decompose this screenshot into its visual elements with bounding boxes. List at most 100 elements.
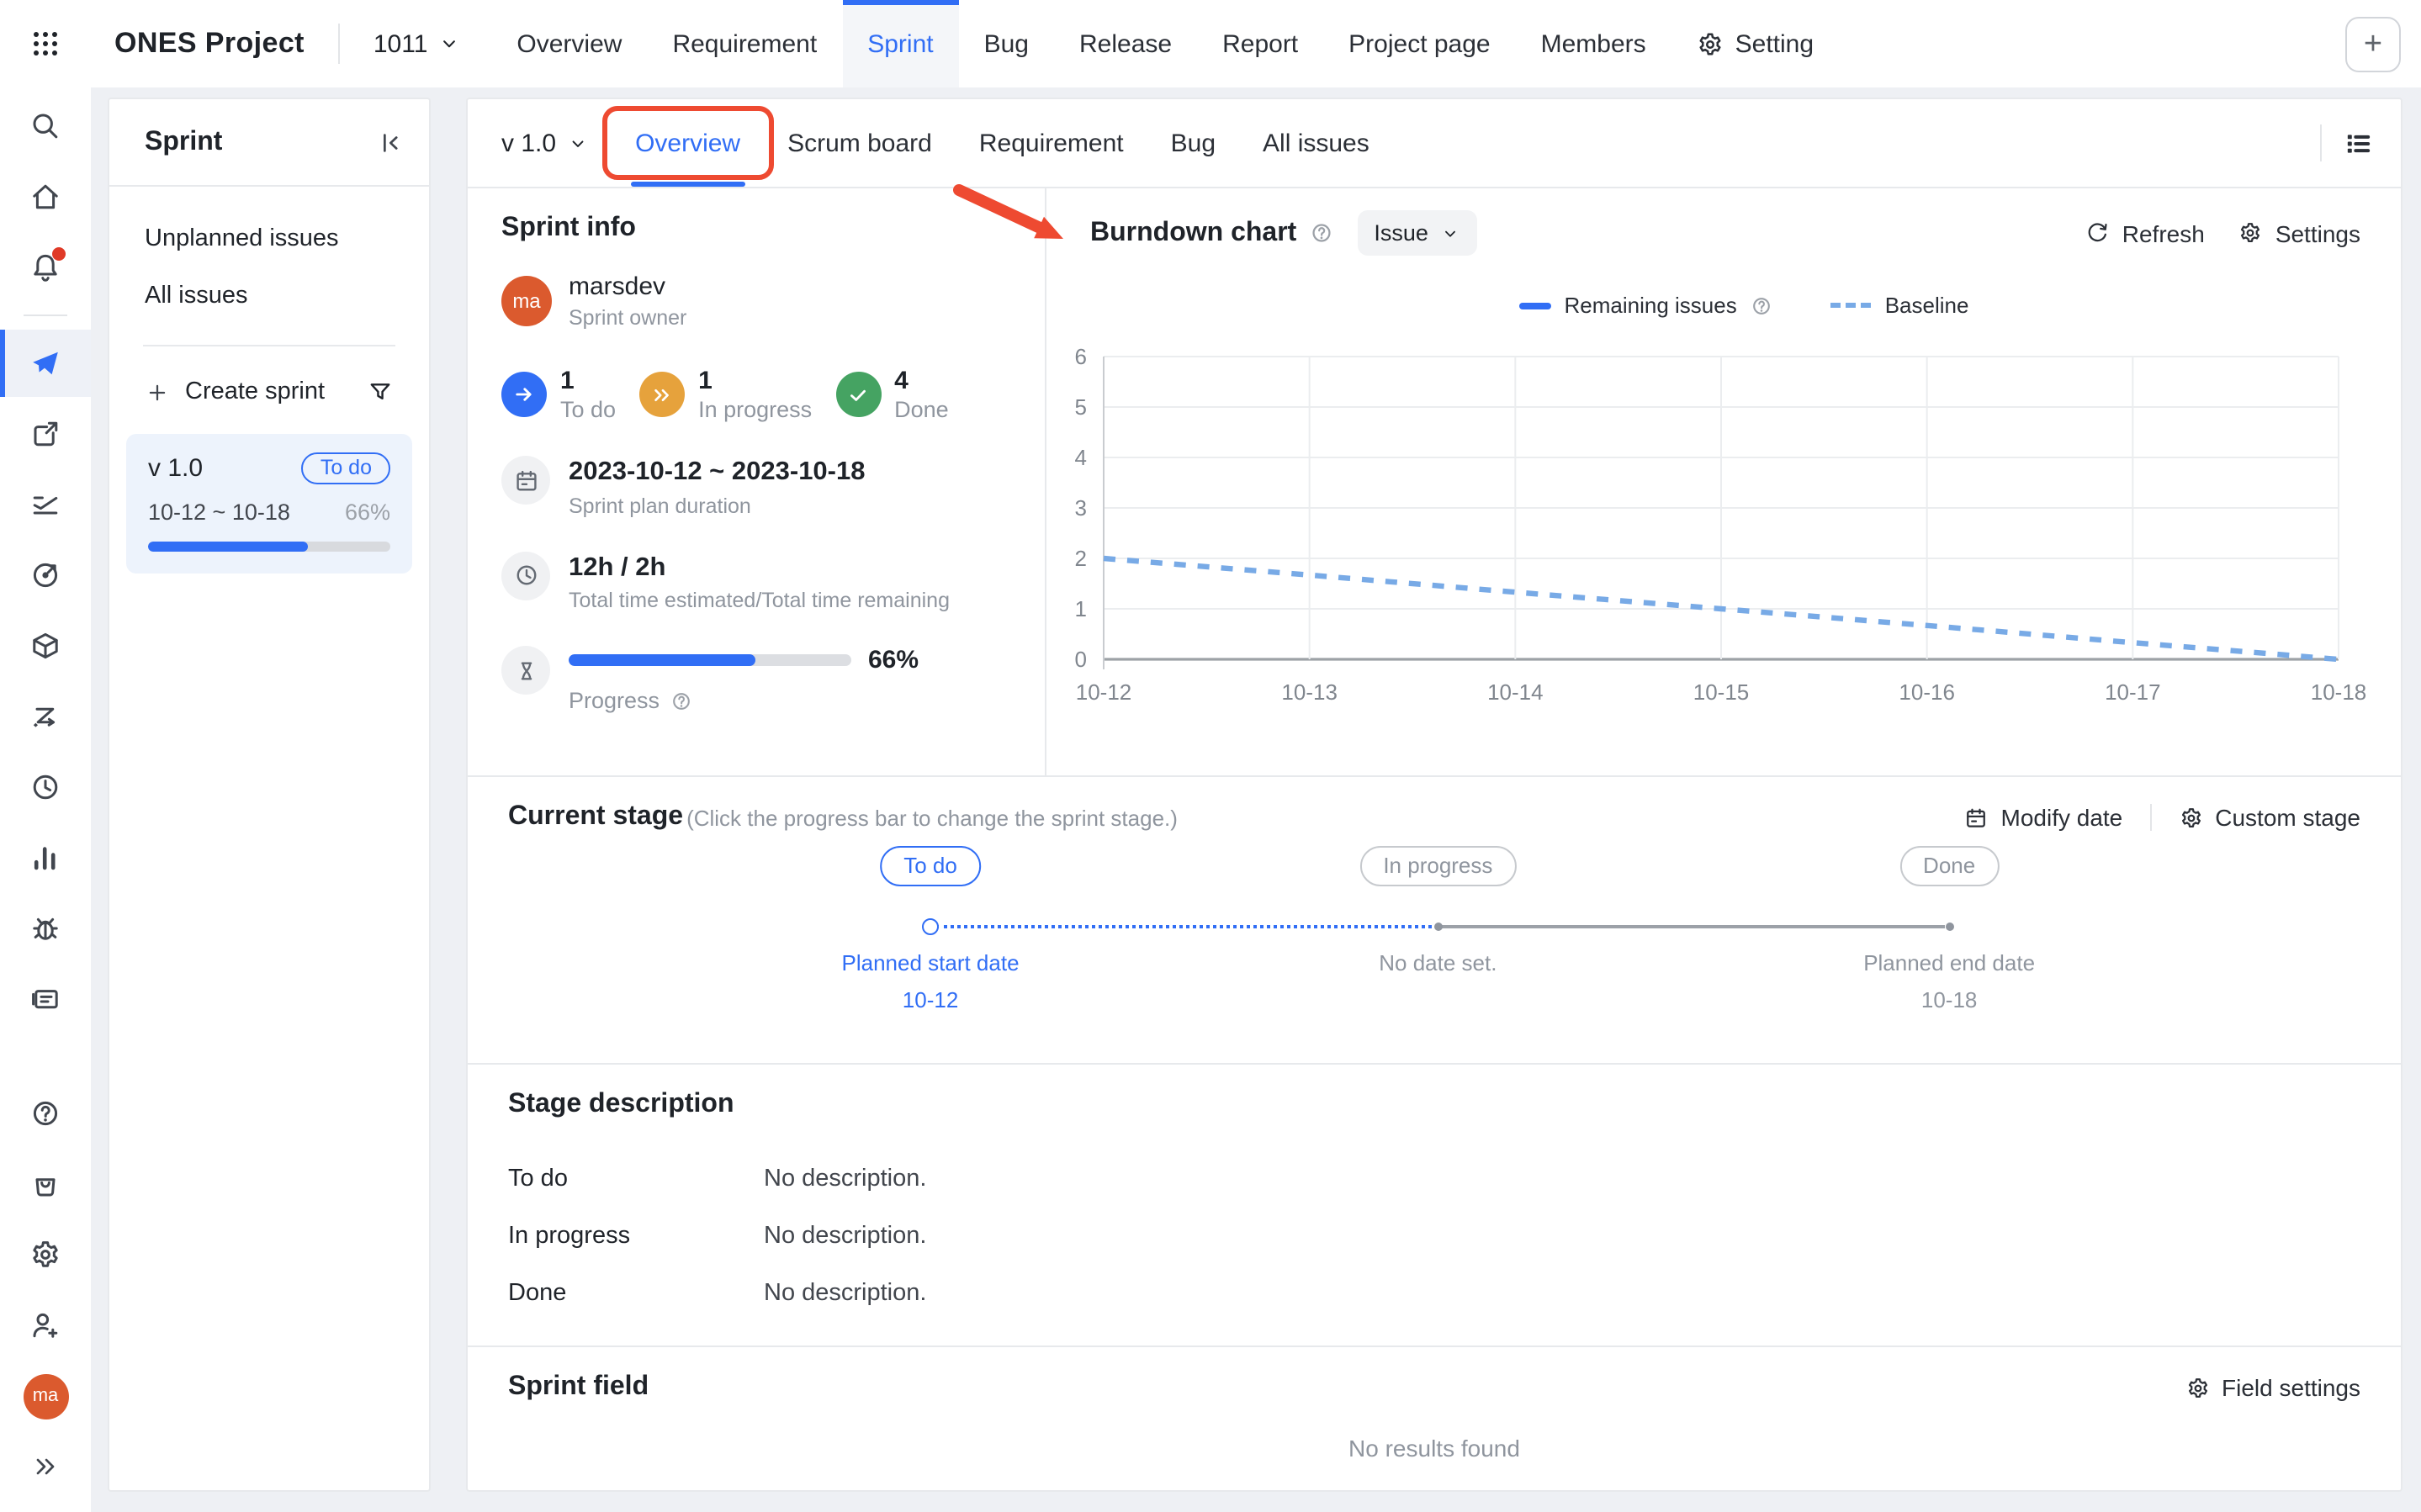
legend-remaining-issues[interactable]: Remaining issues [1518, 293, 1774, 318]
help-icon[interactable] [0, 1080, 91, 1147]
search-icon[interactable] [0, 93, 91, 160]
current-stage-hint: (Click the progress bar to change the sp… [686, 805, 1178, 830]
app-window: ONES Project 1011 Overview Requirement S… [0, 0, 2421, 1512]
stage-pill-in-progress[interactable]: In progress [1359, 846, 1517, 886]
filter-icon[interactable] [367, 378, 394, 405]
stage-marker-start[interactable] [922, 918, 940, 935]
svg-text:10-15: 10-15 [1693, 679, 1750, 705]
svg-text:10-13: 10-13 [1281, 679, 1338, 705]
stage-description-section: Stage description To do No description. … [468, 1065, 2401, 1347]
nav-overview[interactable]: Overview [491, 0, 647, 87]
stage-marker-end[interactable] [1945, 923, 1954, 931]
my-tasks-icon[interactable] [0, 471, 91, 538]
svg-text:3: 3 [1075, 495, 1087, 521]
stage-pill-done[interactable]: Done [1899, 846, 2000, 886]
app-store-icon[interactable] [0, 1150, 91, 1218]
sprint-progress-track [569, 654, 851, 666]
project-nav: Overview Requirement Sprint Bug Release … [491, 0, 1839, 87]
owner-role: Sprint owner [569, 306, 687, 330]
stage-description-title: Stage description [508, 1090, 734, 1118]
invite-member-icon[interactable] [0, 1292, 91, 1359]
reports-icon[interactable] [0, 824, 91, 891]
sidebar-item-all-issues[interactable]: All issues [109, 267, 429, 325]
field-settings-button[interactable]: Field settings [2185, 1374, 2360, 1401]
export-module-icon[interactable] [0, 400, 91, 468]
svg-text:0: 0 [1075, 647, 1087, 672]
nav-setting[interactable]: Setting [1671, 0, 1839, 87]
tab-all-issues[interactable]: All issues [1239, 99, 1393, 187]
project-id: 1011 [373, 29, 428, 58]
add-project-button[interactable]: + [2345, 16, 2401, 71]
bug-module-icon[interactable] [0, 895, 91, 962]
help-icon[interactable] [1751, 293, 1774, 317]
todo-arrow-icon [501, 372, 547, 418]
sidebar-item-unplanned-issues[interactable]: Unplanned issues [109, 210, 429, 267]
burndown-settings-button[interactable]: Settings [2238, 219, 2360, 246]
sprint-date-range: 10-12 ~ 10-18 [148, 500, 290, 525]
help-icon[interactable] [670, 689, 693, 712]
project-switcher[interactable]: 1011 [340, 0, 492, 87]
chart-legend: Remaining issues Baseline [1104, 293, 2384, 318]
working-hours-icon[interactable] [0, 753, 91, 821]
stage-progress-bar[interactable]: To do In progress Done Planned start dat… [508, 846, 2360, 1034]
sprint-version-select[interactable]: v 1.0 [468, 99, 612, 187]
tab-scrum-board[interactable]: Scrum board [764, 99, 956, 187]
nav-sprint[interactable]: Sprint [842, 0, 959, 87]
create-sprint-button[interactable]: Create sprint [109, 360, 429, 424]
stat-in-progress: 1 In progress [639, 367, 812, 423]
chevron-down-icon [571, 140, 583, 146]
help-icon[interactable] [1308, 220, 1333, 246]
workflow-icon[interactable] [0, 683, 91, 750]
stage-marker-middle[interactable] [1433, 923, 1443, 931]
stage-pill-todo[interactable]: To do [880, 846, 981, 886]
tab-bug[interactable]: Bug [1147, 99, 1239, 187]
progress-label: Progress [569, 688, 660, 713]
nav-requirement[interactable]: Requirement [647, 0, 842, 87]
expand-rail-icon[interactable] [0, 1433, 91, 1500]
active-tab-underline [630, 182, 746, 187]
stage-segment-solid[interactable] [1441, 925, 1946, 928]
home-icon[interactable] [0, 163, 91, 230]
custom-stage-button[interactable]: Custom stage [2178, 804, 2360, 831]
components-icon[interactable] [0, 612, 91, 679]
owner-avatar[interactable]: ma [501, 276, 552, 326]
sprint-tabs-row: v 1.0 Overview Scrum board Requirement B… [468, 99, 2401, 188]
nav-release[interactable]: Release [1054, 0, 1197, 87]
list-view-icon[interactable] [2342, 127, 2374, 159]
settings-gear-icon[interactable] [0, 1221, 91, 1288]
notifications-bell-icon[interactable] [0, 234, 91, 301]
stage-segment-dotted[interactable] [935, 925, 1433, 928]
nav-report[interactable]: Report [1197, 0, 1323, 87]
collapse-sidebar-icon[interactable] [375, 127, 405, 157]
sprint-duration-label: Sprint plan duration [569, 494, 751, 518]
goals-icon[interactable] [0, 542, 91, 609]
global-sidebar-rail: ma [0, 87, 91, 1512]
tab-requirement[interactable]: Requirement [956, 99, 1147, 187]
sprint-status-badge: To do [301, 452, 390, 484]
svg-text:6: 6 [1075, 344, 1087, 369]
nav-members[interactable]: Members [1516, 0, 1671, 87]
tab-overview[interactable]: Overview [601, 99, 775, 187]
sprint-list-item[interactable]: v 1.0 To do 10-12 ~ 10-18 66% [126, 434, 412, 574]
refresh-button[interactable]: Refresh [2085, 219, 2205, 246]
svg-text:5: 5 [1075, 394, 1087, 420]
calendar-icon [501, 456, 550, 505]
burndown-type-select[interactable]: Issue [1357, 210, 1477, 256]
modify-date-button[interactable]: Modify date [1964, 804, 2122, 831]
sprint-name: v 1.0 [148, 454, 204, 483]
nav-project-page[interactable]: Project page [1323, 0, 1515, 87]
app-launcher-grid-icon[interactable] [0, 0, 91, 87]
sprint-field-section: Sprint field Field settings No results f… [468, 1347, 2401, 1490]
stage-description-row: To do No description. [508, 1166, 927, 1192]
legend-baseline[interactable]: Baseline [1830, 293, 1968, 318]
legend-solid-line-swatch [1518, 302, 1551, 309]
actions-divider [2149, 804, 2152, 831]
in-progress-double-arrow-icon [639, 372, 686, 418]
project-module-icon[interactable] [0, 330, 91, 397]
chevron-down-icon [1444, 230, 1455, 236]
sprint-progress-track [148, 542, 390, 552]
news-card-icon[interactable] [0, 965, 91, 1033]
user-avatar[interactable]: ma [0, 1362, 91, 1430]
nav-bug[interactable]: Bug [959, 0, 1054, 87]
owner-name: marsdev [569, 272, 666, 301]
